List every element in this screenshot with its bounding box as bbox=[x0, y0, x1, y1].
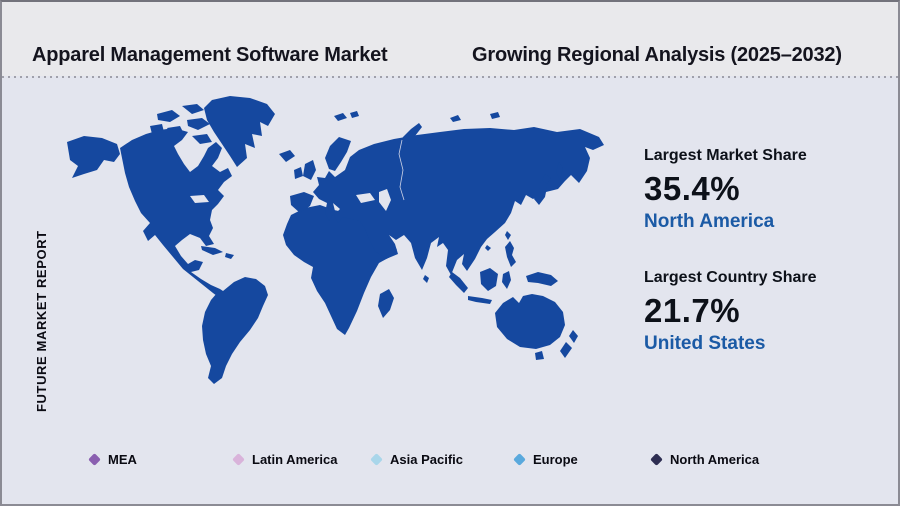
market-share-value: 35.4% bbox=[644, 170, 741, 207]
page-title-subtitle: Growing Regional Analysis (2025–2032) bbox=[472, 44, 842, 66]
dotted-separator bbox=[2, 76, 898, 79]
legend-marker-asia-pacific bbox=[370, 452, 383, 466]
legend-item-mea: MEA bbox=[88, 449, 137, 469]
legend-marker-latin-america bbox=[232, 452, 245, 466]
legend-label-latin-america: Latin America bbox=[252, 451, 338, 467]
legend-label-mea: MEA bbox=[108, 451, 137, 467]
legend-marker-mea bbox=[88, 452, 101, 466]
legend: MEA Latin America Asia Pacific Europe No… bbox=[2, 449, 898, 471]
header-band: Apparel Management Software Market Growi… bbox=[2, 2, 898, 76]
publisher-watermark: FUTURE MARKET REPORT bbox=[34, 230, 49, 412]
legend-label-north-america: North America bbox=[670, 451, 760, 467]
world-map bbox=[62, 92, 622, 422]
legend-marker-europe bbox=[513, 452, 526, 466]
legend-marker-north-america bbox=[650, 452, 663, 466]
country-share-value: 21.7% bbox=[644, 292, 741, 329]
legend-item-europe: Europe bbox=[513, 449, 578, 469]
legend-item-asia-pacific: Asia Pacific bbox=[370, 449, 463, 469]
legend-label-europe: Europe bbox=[533, 451, 578, 467]
legend-item-latin-america: Latin America bbox=[232, 449, 338, 469]
country-share-label: Largest Country Share bbox=[644, 269, 817, 286]
legend-label-asia-pacific: Asia Pacific bbox=[390, 451, 463, 467]
legend-item-north-america: North America bbox=[650, 449, 760, 469]
page-title: Apparel Management Software Market bbox=[32, 44, 388, 66]
infographic-frame: Apparel Management Software Market Growi… bbox=[0, 0, 900, 506]
market-share-label: Largest Market Share bbox=[644, 147, 807, 164]
country-share-region: United States bbox=[644, 333, 766, 354]
continents bbox=[67, 96, 604, 384]
world-map-svg bbox=[67, 96, 604, 384]
market-share-region: North America bbox=[644, 211, 775, 232]
